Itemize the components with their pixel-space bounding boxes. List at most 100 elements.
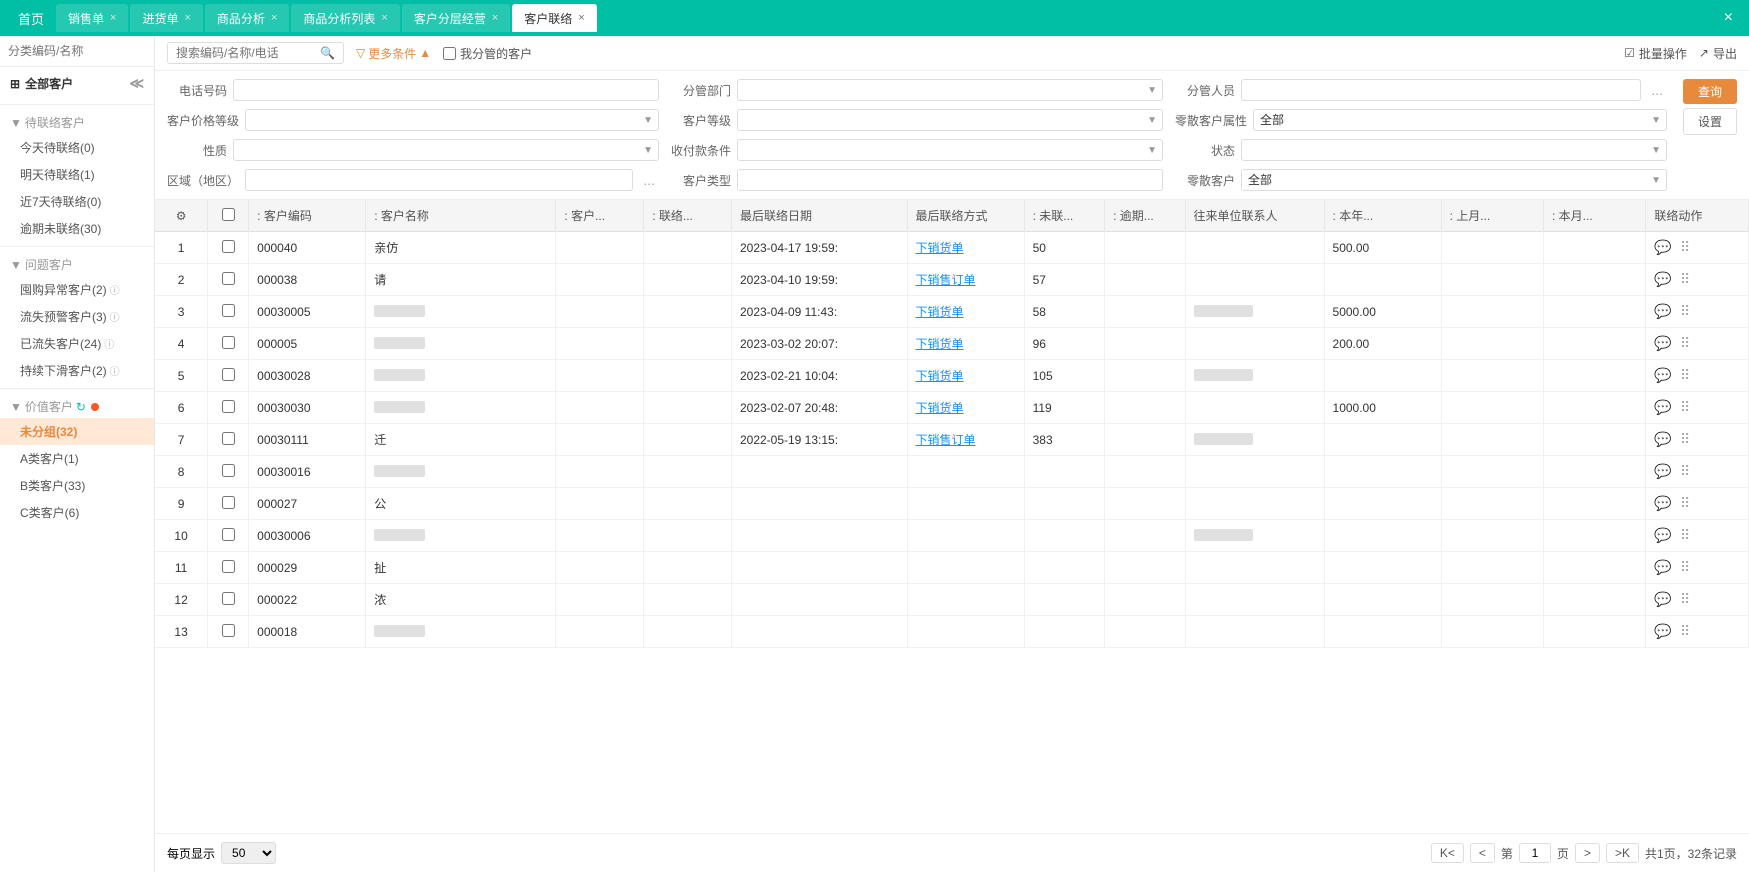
filter-dept-select[interactable]: [737, 79, 1163, 101]
nav-tab-product-analysis-close[interactable]: ×: [271, 12, 277, 24]
sidebar-item-overdue[interactable]: 逾期未联络(30): [0, 215, 154, 242]
select-all-checkbox[interactable]: [222, 208, 235, 221]
sidebar-group-value[interactable]: ▼ 价值客户 ↻: [0, 393, 154, 418]
cell-last-way[interactable]: [907, 520, 1024, 552]
filter-manager-ellipsis[interactable]: ...: [1647, 82, 1667, 98]
cell-check[interactable]: [208, 392, 249, 424]
row-checkbox[interactable]: [222, 336, 235, 349]
nav-tab-product-list-close[interactable]: ×: [381, 12, 387, 24]
sidebar-item-churn-warn[interactable]: 流失预警客户(3) ⓘ: [0, 303, 154, 330]
chat-icon[interactable]: 💬: [1654, 239, 1671, 256]
nav-tab-product-list[interactable]: 商品分析列表 ×: [291, 4, 399, 32]
last-way-link[interactable]: 下销货单: [916, 369, 964, 383]
th-settings[interactable]: ⚙: [155, 200, 208, 232]
chat-icon[interactable]: 💬: [1654, 591, 1671, 608]
last-way-link[interactable]: 下销货单: [916, 337, 964, 351]
row-checkbox[interactable]: [222, 464, 235, 477]
filter-payment-select[interactable]: [737, 139, 1163, 161]
cell-last-way[interactable]: 下销售订单: [907, 424, 1024, 456]
grid-action-icon[interactable]: ⠿: [1680, 495, 1690, 512]
page-number-input[interactable]: [1519, 843, 1551, 863]
cell-last-way[interactable]: 下销货单: [907, 232, 1024, 264]
export-btn[interactable]: ↗ 导出: [1699, 45, 1737, 62]
chat-icon[interactable]: 💬: [1654, 335, 1671, 352]
nav-tab-purchase[interactable]: 进货单 ×: [130, 4, 202, 32]
last-way-link[interactable]: 下销货单: [916, 401, 964, 415]
last-way-link[interactable]: 下销货单: [916, 241, 964, 255]
cell-check[interactable]: [208, 232, 249, 264]
chat-icon[interactable]: 💬: [1654, 559, 1671, 576]
cell-check[interactable]: [208, 360, 249, 392]
filter-status-select[interactable]: [1241, 139, 1667, 161]
row-checkbox[interactable]: [222, 272, 235, 285]
last-way-link[interactable]: 下销售订单: [916, 433, 976, 447]
cell-check[interactable]: [208, 552, 249, 584]
grid-action-icon[interactable]: ⠿: [1680, 399, 1690, 416]
grid-action-icon[interactable]: ⠿: [1680, 527, 1690, 544]
row-checkbox[interactable]: [222, 560, 235, 573]
filter-phone-input[interactable]: [233, 79, 659, 101]
chat-icon[interactable]: 💬: [1654, 623, 1671, 640]
cell-check[interactable]: [208, 424, 249, 456]
grid-action-icon[interactable]: ⠿: [1680, 559, 1690, 576]
sidebar-item-hoarding[interactable]: 囤购异常客户(2) ⓘ: [0, 276, 154, 303]
search-input[interactable]: [176, 46, 316, 60]
cell-last-way[interactable]: 下销货单: [907, 360, 1024, 392]
row-checkbox[interactable]: [222, 368, 235, 381]
cell-last-way[interactable]: 下销货单: [907, 296, 1024, 328]
cell-last-way[interactable]: 下销售订单: [907, 264, 1024, 296]
row-checkbox[interactable]: [222, 400, 235, 413]
chat-icon[interactable]: 💬: [1654, 527, 1671, 544]
collapse-icon[interactable]: ≪: [129, 75, 144, 92]
nav-tab-customer-mgmt[interactable]: 客户分层经营 ×: [402, 4, 510, 32]
cell-check[interactable]: [208, 520, 249, 552]
sidebar-search-input[interactable]: [8, 44, 155, 58]
cell-last-way[interactable]: [907, 584, 1024, 616]
cell-check[interactable]: [208, 296, 249, 328]
prev-page-btn[interactable]: <: [1470, 843, 1495, 863]
sidebar-item-today[interactable]: 今天待联络(0): [0, 134, 154, 161]
my-customers-checkbox[interactable]: 我分管的客户: [443, 45, 532, 62]
nav-tab-customer-contact[interactable]: 客户联络 ×: [512, 4, 596, 32]
cell-last-way[interactable]: 下销货单: [907, 328, 1024, 360]
filter-cust-type-input[interactable]: [737, 169, 1163, 191]
cell-last-way[interactable]: [907, 616, 1024, 648]
sidebar-item-class-b[interactable]: B类客户(33): [0, 472, 154, 499]
nav-tab-sales[interactable]: 销售单 ×: [56, 4, 128, 32]
sidebar-group-problem[interactable]: ▼ 问题客户: [0, 251, 154, 276]
sidebar-item-class-a[interactable]: A类客户(1): [0, 445, 154, 472]
reset-button[interactable]: 设置: [1683, 108, 1737, 135]
grid-action-icon[interactable]: ⠿: [1680, 239, 1690, 256]
grid-action-icon[interactable]: ⠿: [1680, 591, 1690, 608]
chat-icon[interactable]: 💬: [1654, 367, 1671, 384]
chat-icon[interactable]: 💬: [1654, 463, 1671, 480]
next-page-btn[interactable]: >: [1575, 843, 1600, 863]
chat-icon[interactable]: 💬: [1654, 431, 1671, 448]
chat-icon[interactable]: 💬: [1654, 271, 1671, 288]
nav-tab-product-analysis[interactable]: 商品分析 ×: [205, 4, 289, 32]
sidebar-group-pending[interactable]: ▼ 待联络客户: [0, 109, 154, 134]
th-check[interactable]: [208, 200, 249, 232]
nav-tab-customer-mgmt-close[interactable]: ×: [492, 12, 498, 24]
filter-customer-level-select[interactable]: [737, 109, 1163, 131]
sidebar-item-7days[interactable]: 近7天待联络(0): [0, 188, 154, 215]
filter-nature-select[interactable]: [233, 139, 659, 161]
cell-last-way[interactable]: [907, 456, 1024, 488]
more-conditions-btn[interactable]: ▽ 更多条件 ▲: [356, 45, 431, 62]
row-checkbox[interactable]: [222, 592, 235, 605]
row-checkbox[interactable]: [222, 240, 235, 253]
cell-check[interactable]: [208, 488, 249, 520]
row-checkbox[interactable]: [222, 624, 235, 637]
page-size-select[interactable]: 50 100: [221, 842, 276, 864]
home-tab[interactable]: 首页: [8, 9, 54, 28]
all-customers-header[interactable]: ⊞ 全部客户 ≪: [0, 67, 154, 100]
sidebar-item-churned[interactable]: 已流失客户(24) ⓘ: [0, 330, 154, 357]
row-checkbox[interactable]: [222, 528, 235, 541]
my-customers-check[interactable]: [443, 47, 456, 60]
grid-action-icon[interactable]: ⠿: [1680, 431, 1690, 448]
last-way-link[interactable]: 下销货单: [916, 305, 964, 319]
sidebar-item-class-c[interactable]: C类客户(6): [0, 499, 154, 526]
filter-price-level-select[interactable]: [245, 109, 659, 131]
filter-retail-attr-select[interactable]: 全部: [1253, 109, 1667, 131]
sidebar-item-tomorrow[interactable]: 明天待联络(1): [0, 161, 154, 188]
